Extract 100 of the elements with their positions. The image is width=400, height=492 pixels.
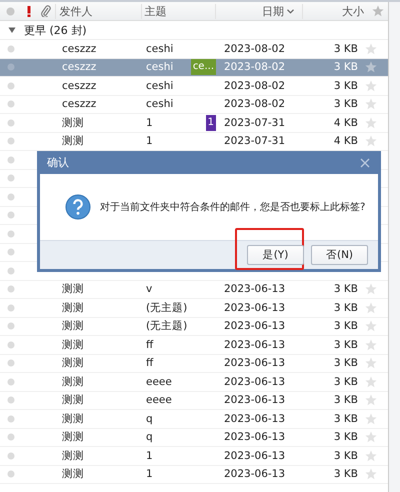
dialog-message: 对于当前文件夹中符合条件的邮件，您是否也要标上此标签? <box>100 200 366 214</box>
read-status-icon[interactable] <box>7 44 15 53</box>
dialog-button[interactable]: 是(Y) <box>247 245 304 265</box>
read-status-icon[interactable] <box>7 100 15 108</box>
star-icon[interactable] <box>365 116 377 129</box>
subject-cell-text: 1 <box>145 468 154 480</box>
size-cell-text: 3 KB <box>332 338 359 351</box>
exclamation-icon[interactable] <box>26 6 31 16</box>
scrollbar[interactable] <box>388 2 400 492</box>
group-header[interactable]: 更早 (26 封) <box>0 21 388 40</box>
tag-label: 1 <box>206 114 216 131</box>
message-row[interactable]: 测测 1 1 2023-07-31 4 KB <box>0 114 388 132</box>
star-icon[interactable] <box>365 61 377 74</box>
read-status-icon[interactable] <box>7 359 15 368</box>
read-status-icon[interactable] <box>7 322 15 330</box>
read-status-icon[interactable] <box>7 137 15 146</box>
sender-cell-text: 测测 <box>61 356 85 370</box>
subject-cell-text: 1 <box>145 450 154 462</box>
tag-label: ce... <box>190 59 216 76</box>
read-status-icon[interactable] <box>7 174 15 182</box>
subject-cell-text: eeee <box>145 376 173 388</box>
date-cell-text: 2023-06-13 <box>223 376 286 388</box>
star-icon[interactable] <box>365 320 377 332</box>
message-row[interactable]: ceszzz ceshi 2023-08-02 3 KB <box>0 96 388 114</box>
message-row[interactable]: 测测 q 2023-06-13 3 KB <box>0 410 388 428</box>
read-status-icon[interactable] <box>7 82 15 90</box>
message-row[interactable]: 测测 q 2023-06-13 3 KB <box>0 428 388 447</box>
sender-cell-text: 测测 <box>61 300 85 315</box>
message-row[interactable]: 测测 1 2023-06-13 3 KB <box>0 466 388 484</box>
star-icon[interactable] <box>365 468 377 480</box>
message-row[interactable]: 测测 ff 2023-06-13 3 KB <box>0 336 388 354</box>
read-status-icon[interactable] <box>7 304 15 312</box>
sender-cell-text: 测测 <box>61 338 85 352</box>
message-row[interactable]: 测测 (无主题) 2023-06-13 3 KB <box>0 299 388 318</box>
expand-triangle-icon[interactable] <box>8 26 16 34</box>
date-column-header[interactable]: 日期 <box>214 4 302 18</box>
star-icon[interactable] <box>365 338 377 351</box>
message-row[interactable]: 测测 1 2023-06-13 3 KB <box>0 447 388 466</box>
read-status-icon[interactable] <box>7 118 15 127</box>
sender-cell-text: 测测 <box>61 134 85 148</box>
read-status-icon[interactable] <box>7 470 15 478</box>
message-row[interactable]: 测测 (无主题) 2023-06-13 3 KB <box>0 318 388 336</box>
star-icon[interactable] <box>365 394 377 406</box>
subject-cell-text: q <box>145 431 154 444</box>
size-column-header[interactable]: 大小 <box>302 4 367 18</box>
date-cell-text: 2023-06-13 <box>223 338 286 351</box>
star-icon[interactable] <box>365 80 377 92</box>
read-status-icon[interactable] <box>7 340 15 349</box>
message-row[interactable]: 测测 ff 2023-06-13 3 KB <box>0 354 388 373</box>
read-status-icon[interactable] <box>7 452 15 460</box>
read-status-icon[interactable] <box>7 266 15 275</box>
star-icon[interactable] <box>365 431 377 444</box>
read-status-icon[interactable] <box>7 414 15 423</box>
subject-cell-text: ceshi <box>145 98 174 110</box>
star-icon[interactable] <box>365 42 377 55</box>
message-row[interactable]: 测测 eeee 2023-06-13 3 KB <box>0 373 388 392</box>
question-icon <box>65 194 91 220</box>
star-icon[interactable] <box>365 412 377 425</box>
star-icon[interactable] <box>365 98 377 110</box>
read-status-icon[interactable] <box>6 6 15 16</box>
read-status-icon[interactable] <box>7 63 15 72</box>
size-cell-text: 3 KB <box>332 283 359 296</box>
read-status-icon[interactable] <box>7 433 15 442</box>
read-status-icon[interactable] <box>7 248 15 256</box>
date-cell-text: 2023-06-13 <box>223 431 286 444</box>
sender-cell-text: 测测 <box>61 116 85 130</box>
read-status-icon[interactable] <box>7 378 15 386</box>
read-status-icon[interactable] <box>7 192 15 201</box>
size-cell-text: 3 KB <box>332 412 359 425</box>
read-status-icon[interactable] <box>7 211 15 220</box>
read-status-icon[interactable] <box>7 396 15 404</box>
paperclip-icon[interactable] <box>40 5 51 17</box>
date-cell-text: 2023-08-02 <box>223 61 286 74</box>
group-label: 更早 (26 封) <box>24 22 87 38</box>
message-row[interactable]: 测测 v 2023-06-13 3 KB <box>0 280 388 299</box>
star-icon[interactable] <box>365 357 377 370</box>
sender-cell-text: 测测 <box>61 393 85 408</box>
star-icon[interactable] <box>365 283 377 296</box>
read-status-icon[interactable] <box>7 230 15 238</box>
subject-cell-text: q <box>145 412 154 425</box>
sender-column-header[interactable]: 发件人 <box>55 4 141 18</box>
size-cell-text: 3 KB <box>332 42 359 55</box>
star-icon[interactable] <box>365 135 377 148</box>
star-icon[interactable] <box>365 376 377 388</box>
sort-caret-icon <box>286 8 294 14</box>
star-icon[interactable] <box>365 450 377 462</box>
star-icon[interactable] <box>365 302 377 314</box>
date-cell-text: 2023-06-13 <box>223 412 286 425</box>
star-icon[interactable] <box>372 5 384 17</box>
subject-cell-text: ceshi <box>145 61 174 74</box>
read-status-icon[interactable] <box>7 285 15 294</box>
close-icon[interactable] <box>360 158 370 168</box>
subject-column-header[interactable]: 主题 <box>140 4 208 18</box>
message-row[interactable]: 测测 eeee 2023-06-13 3 KB <box>0 392 388 410</box>
subject-cell-text: 1 <box>145 135 154 148</box>
size-cell-text: 3 KB <box>332 376 359 388</box>
read-status-icon[interactable] <box>7 156 15 164</box>
date-cell-text: 2023-07-31 <box>223 116 286 129</box>
message-row[interactable]: ceszzz ceshi 2023-08-02 3 KB <box>0 77 388 96</box>
dialog-button[interactable]: 否(N) <box>311 245 368 265</box>
